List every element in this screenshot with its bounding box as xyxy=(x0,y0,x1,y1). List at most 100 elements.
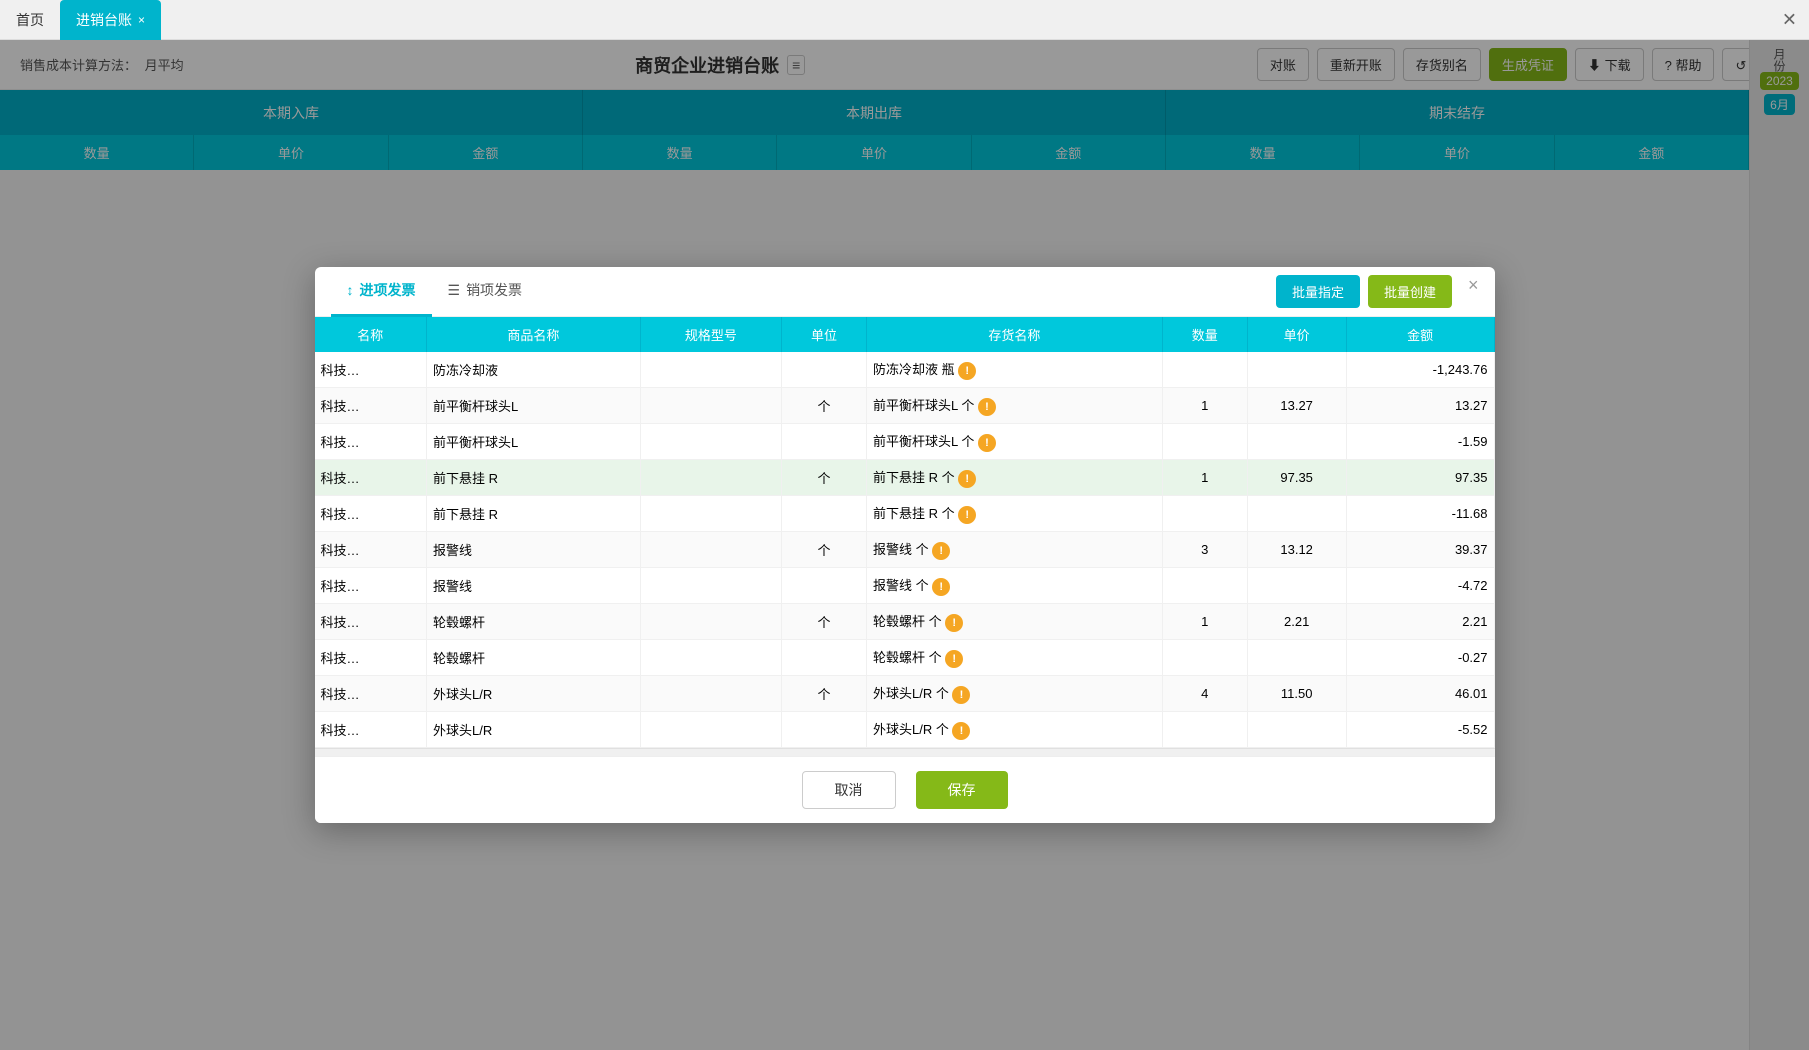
tab-close-icon[interactable]: × xyxy=(138,0,145,40)
cell-inventory: 外球头L/R 个 ! xyxy=(866,712,1162,748)
table-row[interactable]: 科技… 防冻冷却液 防冻冷却液 瓶 ! -1,243.76 xyxy=(315,352,1495,388)
cell-product: 前平衡杆球头L xyxy=(427,388,641,424)
cell-spec xyxy=(640,388,781,424)
inbound-tab-icon: ↕ xyxy=(347,267,354,315)
batch-assign-button[interactable]: 批量指定 xyxy=(1276,275,1360,308)
cell-product: 报警线 xyxy=(427,532,641,568)
cell-quantity: 1 xyxy=(1162,460,1247,496)
cell-company: 科技… xyxy=(315,496,427,532)
table-row[interactable]: 科技… 前平衡杆球头L 前平衡杆球头L 个 ! -1.59 xyxy=(315,424,1495,460)
tab-outbound-invoice[interactable]: ☰ 销项发票 xyxy=(432,267,539,317)
outbound-tab-icon: ☰ xyxy=(448,267,461,315)
cell-spec xyxy=(640,424,781,460)
cell-inventory: 前平衡杆球头L 个 ! xyxy=(866,388,1162,424)
col-header-amount: 金额 xyxy=(1346,317,1494,352)
col-header-name: 名称 xyxy=(315,317,427,352)
table-row[interactable]: 科技… 前下悬挂 R 前下悬挂 R 个 ! -11.68 xyxy=(315,496,1495,532)
cell-inventory: 外球头L/R 个 ! xyxy=(866,676,1162,712)
cell-spec xyxy=(640,496,781,532)
cell-spec xyxy=(640,532,781,568)
cell-inventory: 报警线 个 ! xyxy=(866,568,1162,604)
tab-bar: 首页 进销台账 × ✕ xyxy=(0,0,1809,40)
cell-quantity xyxy=(1162,352,1247,388)
table-row[interactable]: 科技… 前平衡杆球头L 个 前平衡杆球头L 个 ! 1 13.27 13.27 xyxy=(315,388,1495,424)
cell-company: 科技… xyxy=(315,532,427,568)
cell-product: 前平衡杆球头L xyxy=(427,424,641,460)
warning-icon: ! xyxy=(952,686,970,704)
cell-unit: 个 xyxy=(782,460,867,496)
warning-icon: ! xyxy=(978,434,996,452)
window-close-icon[interactable]: ✕ xyxy=(1782,9,1797,30)
save-button[interactable]: 保存 xyxy=(916,771,1008,809)
batch-create-button[interactable]: 批量创建 xyxy=(1368,275,1452,308)
cell-spec xyxy=(640,676,781,712)
table-row[interactable]: 科技… 外球头L/R 外球头L/R 个 ! -5.52 xyxy=(315,712,1495,748)
cell-unitprice xyxy=(1247,568,1346,604)
cell-spec xyxy=(640,712,781,748)
cell-inventory: 轮毂螺杆 个 ! xyxy=(866,640,1162,676)
horizontal-scrollbar[interactable] xyxy=(315,748,1495,756)
cell-amount: -0.27 xyxy=(1346,640,1494,676)
main-content: 销售成本计算方法： 月平均 商贸企业进销台账 ≡ 对账 重新开账 存货别名 生成… xyxy=(0,40,1809,1050)
modal-header: ↕ 进项发票 ☰ 销项发票 批量指定 批量创建 × xyxy=(315,267,1495,317)
cell-unit: 个 xyxy=(782,388,867,424)
cell-unitprice xyxy=(1247,712,1346,748)
table-row[interactable]: 科技… 报警线 个 报警线 个 ! 3 13.12 39.37 xyxy=(315,532,1495,568)
warning-icon: ! xyxy=(958,362,976,380)
table-row[interactable]: 科技… 轮毂螺杆 轮毂螺杆 个 ! -0.27 xyxy=(315,640,1495,676)
cell-inventory: 前下悬挂 R 个 ! xyxy=(866,460,1162,496)
cancel-button[interactable]: 取消 xyxy=(802,771,896,809)
cell-unit: 个 xyxy=(782,676,867,712)
cell-product: 防冻冷却液 xyxy=(427,352,641,388)
cell-spec xyxy=(640,568,781,604)
cell-unitprice: 2.21 xyxy=(1247,604,1346,640)
cell-unitprice xyxy=(1247,496,1346,532)
warning-icon: ! xyxy=(945,614,963,632)
cell-unitprice: 13.12 xyxy=(1247,532,1346,568)
cell-product: 报警线 xyxy=(427,568,641,604)
cell-unit xyxy=(782,352,867,388)
cell-unitprice xyxy=(1247,352,1346,388)
warning-icon: ! xyxy=(945,650,963,668)
warning-icon: ! xyxy=(958,506,976,524)
cell-product: 外球头L/R xyxy=(427,712,641,748)
cell-unitprice xyxy=(1247,424,1346,460)
modal-footer: 取消 保存 xyxy=(315,756,1495,823)
cell-unitprice: 13.27 xyxy=(1247,388,1346,424)
cell-inventory: 前下悬挂 R 个 ! xyxy=(866,496,1162,532)
cell-inventory: 轮毂螺杆 个 ! xyxy=(866,604,1162,640)
cell-quantity xyxy=(1162,424,1247,460)
cell-inventory: 前平衡杆球头L 个 ! xyxy=(866,424,1162,460)
cell-spec xyxy=(640,604,781,640)
col-header-inventory: 存货名称 xyxy=(866,317,1162,352)
table-row[interactable]: 科技… 报警线 报警线 个 ! -4.72 xyxy=(315,568,1495,604)
modal-table-container[interactable]: 名称 商品名称 规格型号 单位 存货名称 数量 单价 金额 科技… 防冻冷却液 xyxy=(315,317,1495,748)
cell-company: 科技… xyxy=(315,640,427,676)
modal-close-icon[interactable]: × xyxy=(1468,275,1479,308)
cell-company: 科技… xyxy=(315,712,427,748)
cell-company: 科技… xyxy=(315,424,427,460)
table-header-row: 名称 商品名称 规格型号 单位 存货名称 数量 单价 金额 xyxy=(315,317,1495,352)
table-row[interactable]: 科技… 外球头L/R 个 外球头L/R 个 ! 4 11.50 46.01 xyxy=(315,676,1495,712)
cell-amount: 46.01 xyxy=(1346,676,1494,712)
cell-spec xyxy=(640,352,781,388)
cell-unit xyxy=(782,424,867,460)
cell-company: 科技… xyxy=(315,676,427,712)
modal-dialog: ↕ 进项发票 ☰ 销项发票 批量指定 批量创建 × xyxy=(315,267,1495,823)
cell-quantity: 4 xyxy=(1162,676,1247,712)
col-header-unit: 单位 xyxy=(782,317,867,352)
tab-ledger[interactable]: 进销台账 × xyxy=(60,0,161,40)
cell-company: 科技… xyxy=(315,352,427,388)
cell-unit: 个 xyxy=(782,532,867,568)
cell-amount: -11.68 xyxy=(1346,496,1494,532)
table-row[interactable]: 科技… 前下悬挂 R 个 前下悬挂 R 个 ! 1 97.35 97.35 xyxy=(315,460,1495,496)
warning-icon: ! xyxy=(952,722,970,740)
cell-quantity xyxy=(1162,640,1247,676)
warning-icon: ! xyxy=(978,398,996,416)
cell-unit: 个 xyxy=(782,604,867,640)
table-row[interactable]: 科技… 轮毂螺杆 个 轮毂螺杆 个 ! 1 2.21 2.21 xyxy=(315,604,1495,640)
modal-tabs: ↕ 进项发票 ☰ 销项发票 xyxy=(331,267,539,317)
tab-inbound-invoice[interactable]: ↕ 进项发票 xyxy=(331,267,432,317)
tab-home[interactable]: 首页 xyxy=(0,0,60,40)
cell-company: 科技… xyxy=(315,568,427,604)
